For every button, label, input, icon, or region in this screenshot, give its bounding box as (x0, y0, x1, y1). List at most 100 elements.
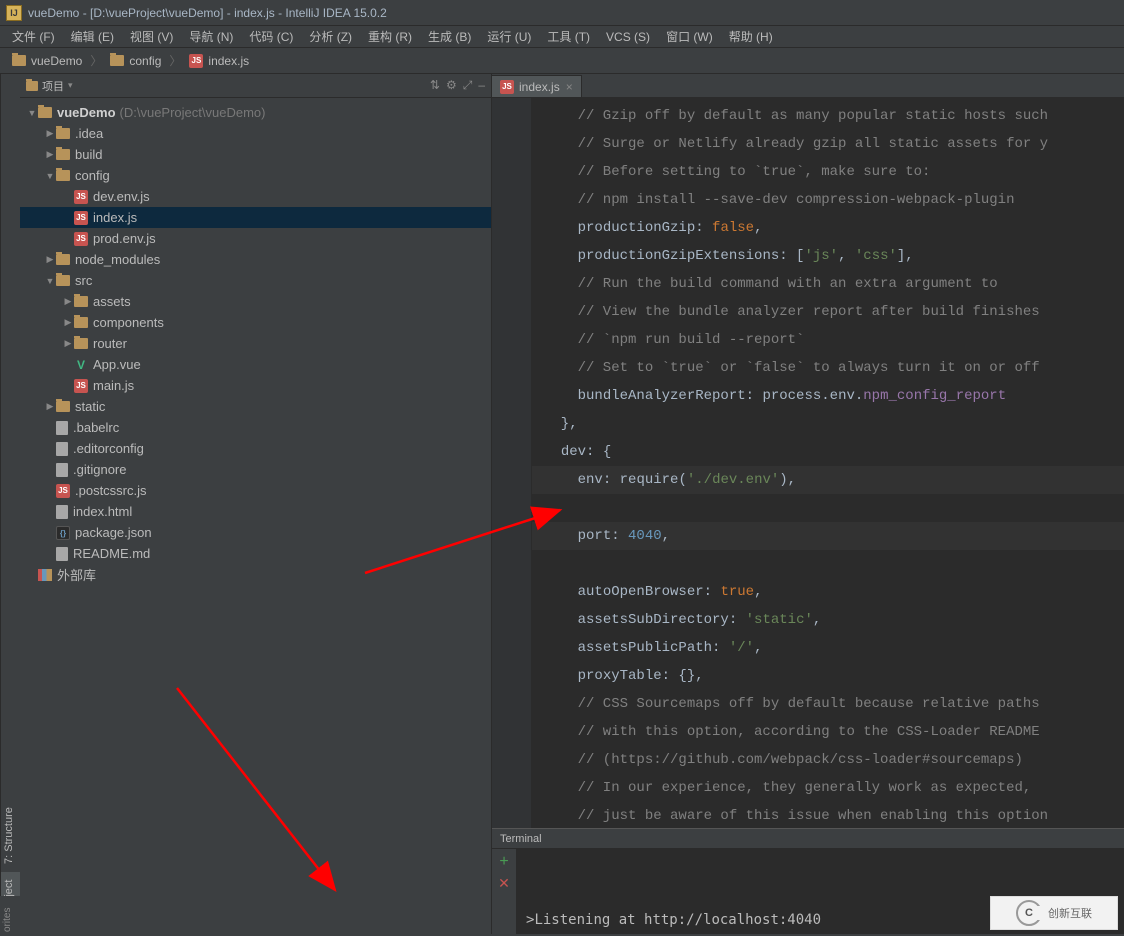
tree-row[interactable]: ▶static (20, 396, 491, 417)
chevron-right-icon[interactable]: ▶ (44, 254, 56, 265)
terminal-header[interactable]: Terminal (492, 829, 1124, 849)
folder-icon (38, 107, 52, 118)
tree-row[interactable]: README.md (20, 543, 491, 564)
file-icon (56, 421, 68, 435)
folder-icon (56, 254, 70, 265)
tree-row[interactable]: JS.postcssrc.js (20, 480, 491, 501)
tree-label: .idea (75, 126, 103, 141)
tree-path-dim: (D:\vueProject\vueDemo) (120, 105, 266, 120)
menu-item[interactable]: 工具 (T) (539, 26, 598, 47)
pane-header-icon[interactable]: ⚙ (446, 78, 457, 93)
editor-body[interactable]: // Gzip off by default as many popular s… (492, 98, 1124, 828)
tree-row[interactable]: .editorconfig (20, 438, 491, 459)
tree-row[interactable]: ▼vueDemo(D:\vueProject\vueDemo) (20, 102, 491, 123)
tree-row[interactable]: index.html (20, 501, 491, 522)
breadcrumb-label: config (129, 54, 161, 68)
tree-label: .gitignore (73, 462, 126, 477)
tree-label: dev.env.js (93, 189, 150, 204)
chevron-right-icon[interactable]: ▶ (62, 338, 74, 349)
tree-label: .babelrc (73, 420, 119, 435)
chevron-down-icon[interactable]: ▼ (26, 108, 38, 118)
close-icon[interactable]: × (566, 80, 573, 94)
tree-row[interactable]: ▶ assets (20, 291, 491, 312)
tree-label: .postcssrc.js (75, 483, 147, 498)
chevron-right-icon[interactable]: ▶ (44, 149, 56, 160)
tree-row[interactable]: JSmain.js (20, 375, 491, 396)
dropdown-icon[interactable]: ▾ (68, 80, 73, 91)
menu-item[interactable]: 代码 (C) (241, 26, 301, 47)
tree-row[interactable]: ▼config (20, 165, 491, 186)
folder-icon (110, 55, 124, 66)
breadcrumb-label: index.js (208, 54, 249, 68)
code-line: proxyTable: {}, (544, 668, 704, 684)
tree-row[interactable]: 外部库 (20, 564, 491, 585)
tree-label: router (93, 336, 127, 351)
close-terminal-icon[interactable]: ✕ (498, 875, 510, 892)
terminal-text: Listening at http://localhost:4040 (534, 912, 821, 928)
tree-row[interactable]: ▶ components (20, 312, 491, 333)
project-tree[interactable]: ▼vueDemo(D:\vueProject\vueDemo) ▶ .idea ▶bu… (20, 98, 491, 934)
tree-row[interactable]: .babelrc (20, 417, 491, 438)
library-icon (38, 569, 52, 581)
menu-item[interactable]: VCS (S) (598, 28, 658, 46)
new-terminal-icon[interactable]: + (499, 853, 508, 871)
menu-item[interactable]: 帮助 (H) (721, 26, 781, 47)
code-area[interactable]: // Gzip off by default as many popular s… (532, 98, 1124, 828)
tree-row[interactable]: JSindex.js (20, 207, 491, 228)
menu-item[interactable]: 分析 (Z) (301, 26, 360, 47)
code-line: // with this option, according to the CS… (544, 724, 1040, 740)
menu-item[interactable]: 窗口 (W) (658, 26, 721, 47)
menu-item[interactable]: 生成 (B) (420, 26, 479, 47)
folder-icon (56, 401, 70, 412)
tree-row[interactable]: {}package.json (20, 522, 491, 543)
js-icon: JS (500, 80, 514, 94)
menu-item[interactable]: 编辑 (E) (63, 26, 122, 47)
tree-label: index.js (93, 210, 137, 225)
code-line: }, (544, 416, 578, 432)
file-icon (56, 463, 68, 477)
watermark: C 创新互联 (990, 896, 1118, 930)
pane-header-icon[interactable]: ⤢ (463, 78, 473, 93)
js-icon: JS (74, 232, 88, 246)
chevron-right-icon[interactable]: ▶ (44, 401, 56, 412)
tree-row[interactable]: VApp.vue (20, 354, 491, 375)
chevron-right-icon[interactable]: ▶ (62, 317, 74, 328)
breadcrumb-bar: vueDemo〉config〉JSindex.js (0, 48, 1124, 74)
menu-item[interactable]: 重构 (R) (360, 26, 420, 47)
chevron-down-icon[interactable]: ▼ (44, 276, 56, 286)
menu-item[interactable]: 导航 (N) (181, 26, 241, 47)
code-line: // `npm run build --report` (544, 332, 804, 348)
tree-label: .editorconfig (73, 441, 144, 456)
chevron-right-icon[interactable]: ▶ (62, 296, 74, 307)
breadcrumb-item[interactable]: JSindex.js (183, 54, 255, 68)
tree-row[interactable]: JSdev.env.js (20, 186, 491, 207)
breadcrumb-item[interactable]: vueDemo (6, 54, 88, 68)
code-line: dev: { (544, 444, 611, 460)
chevron-down-icon[interactable]: ▼ (44, 171, 56, 181)
tree-row[interactable]: ▶node_modules (20, 249, 491, 270)
file-icon (56, 442, 68, 456)
title-bar: IJ vueDemo - [D:\vueProject\vueDemo] - i… (0, 0, 1124, 26)
tree-row[interactable]: ▶ router (20, 333, 491, 354)
chevron-right-icon[interactable]: ▶ (44, 128, 56, 139)
folder-icon (74, 317, 88, 328)
tree-row[interactable]: JSprod.env.js (20, 228, 491, 249)
menu-item[interactable]: 文件 (F) (4, 26, 63, 47)
menu-item[interactable]: 视图 (V) (122, 26, 181, 47)
folder-icon (56, 170, 70, 181)
tree-row[interactable]: ▼src (20, 270, 491, 291)
file-icon (56, 547, 68, 561)
tree-row[interactable]: ▶build (20, 144, 491, 165)
breadcrumb-item[interactable]: config (104, 54, 167, 68)
tree-label: components (93, 315, 164, 330)
tree-label: README.md (73, 546, 150, 561)
editor-tab-index-js[interactable]: JS index.js × (492, 75, 582, 97)
tree-label: assets (93, 294, 131, 309)
tree-row[interactable]: ▶ .idea (20, 123, 491, 144)
tree-row[interactable]: .gitignore (20, 459, 491, 480)
pane-header-icon[interactable]: ⇅ (430, 78, 440, 93)
menu-item[interactable]: 运行 (U) (479, 26, 539, 47)
code-line: autoOpenBrowser: true, (544, 584, 762, 600)
toolwindow-tab[interactable]: 7: Structure (1, 799, 20, 872)
pane-header-icon[interactable]: – (478, 78, 485, 93)
